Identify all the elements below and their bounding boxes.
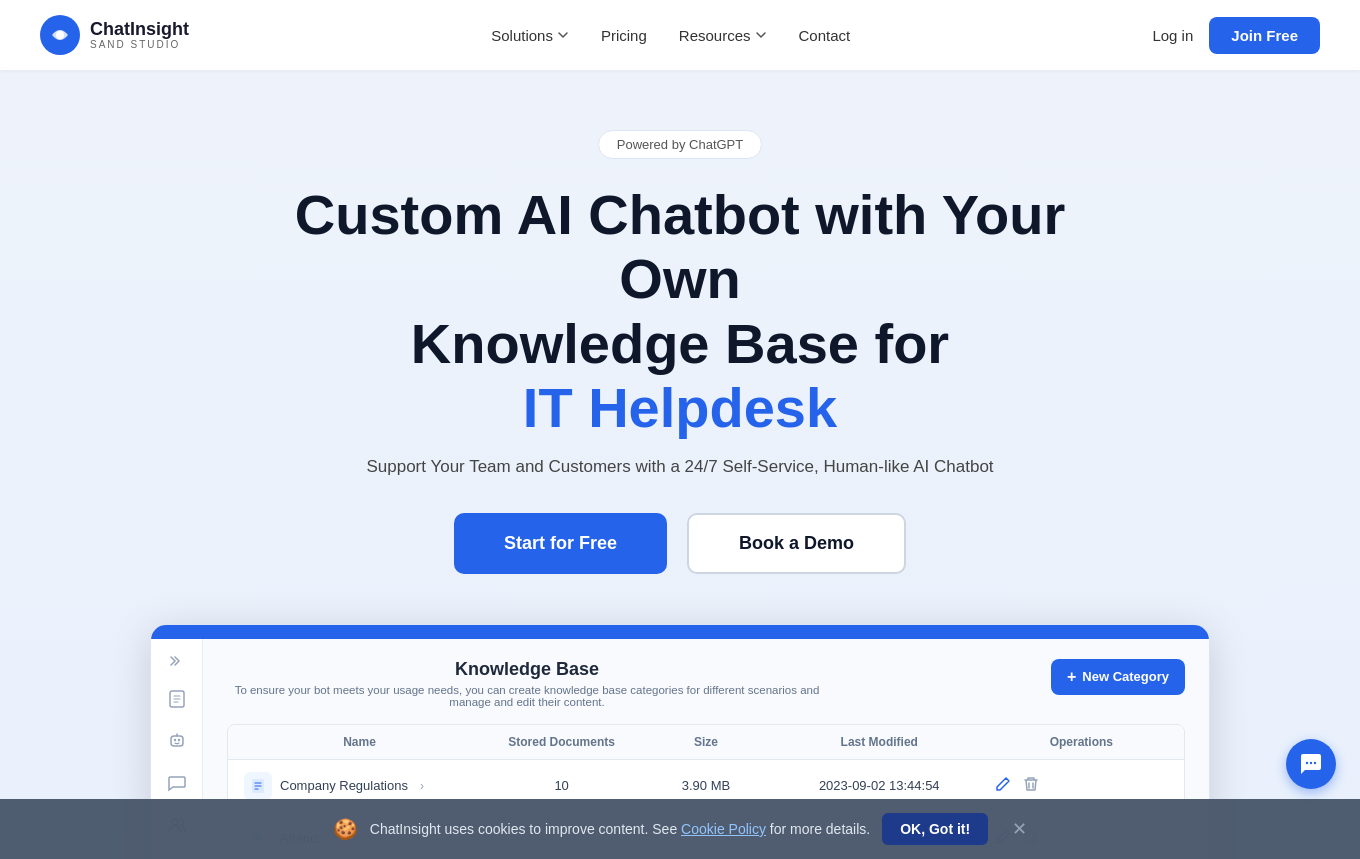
- svg-point-12: [1310, 762, 1312, 764]
- cookie-text: ChatInsight uses cookies to improve cont…: [370, 821, 870, 837]
- col-size: Size: [648, 735, 764, 749]
- logo[interactable]: ChatInsight Sand Studio: [40, 15, 189, 55]
- new-category-button[interactable]: + New Category: [1051, 659, 1185, 695]
- logo-sub: Sand Studio: [90, 39, 189, 50]
- row-size: 3.90 MB: [648, 778, 764, 793]
- hero-title: Custom AI Chatbot with Your Own Knowledg…: [250, 183, 1110, 441]
- row-docs-count: 10: [475, 778, 648, 793]
- row-doc-icon: [244, 772, 272, 800]
- hero-section: Powered by ChatGPT Custom AI Chatbot wit…: [0, 70, 1360, 859]
- cookie-banner: 🍪 ChatInsight uses cookies to improve co…: [0, 799, 1360, 859]
- sidebar-bot-icon[interactable]: [165, 729, 189, 753]
- cookie-policy-link[interactable]: Cookie Policy: [681, 821, 766, 837]
- hero-subtitle: Support Your Team and Customers with a 2…: [330, 457, 1030, 477]
- sidebar-expand-icon[interactable]: [169, 653, 185, 669]
- edit-icon[interactable]: [995, 776, 1011, 795]
- powered-badge: Powered by ChatGPT: [598, 130, 762, 159]
- hero-highlight: IT Helpdesk: [523, 376, 837, 439]
- sidebar-docs-icon[interactable]: [165, 687, 189, 711]
- delete-icon[interactable]: [1023, 776, 1039, 795]
- sidebar-chat-icon[interactable]: [165, 771, 189, 795]
- svg-point-11: [1306, 762, 1308, 764]
- svg-point-5: [177, 738, 179, 740]
- kb-title: Knowledge Base: [227, 659, 827, 680]
- nav-pricing[interactable]: Pricing: [601, 27, 647, 44]
- nav-contact[interactable]: Contact: [799, 27, 851, 44]
- hero-buttons: Start for Free Book a Demo: [20, 513, 1340, 574]
- nav-actions: Log in Join Free: [1152, 17, 1320, 54]
- join-free-button[interactable]: Join Free: [1209, 17, 1320, 54]
- nav-resources[interactable]: Resources: [679, 27, 767, 44]
- cookie-close-icon[interactable]: ✕: [1012, 818, 1027, 840]
- svg-point-13: [1314, 762, 1316, 764]
- col-stored-docs: Stored Documents: [475, 735, 648, 749]
- chevron-down-icon: [557, 29, 569, 41]
- row-name-cell: Company Regulations ›: [244, 772, 475, 800]
- app-top-bar: [151, 625, 1209, 639]
- row-operations: [995, 776, 1168, 795]
- col-name: Name: [244, 735, 475, 749]
- plus-icon: +: [1067, 668, 1076, 686]
- kb-desc: To ensure your bot meets your usage need…: [227, 684, 827, 708]
- chevron-down-icon: [755, 29, 767, 41]
- nav-solutions[interactable]: Solutions: [491, 27, 569, 44]
- svg-point-1: [56, 31, 64, 39]
- nav-links: Solutions Pricing Resources Contact: [491, 27, 850, 44]
- row-modified: 2023-09-02 13:44:54: [764, 778, 995, 793]
- table-header: Name Stored Documents Size Last Modified…: [228, 725, 1184, 760]
- row-chevron-icon: ›: [420, 779, 424, 793]
- login-button[interactable]: Log in: [1152, 27, 1193, 44]
- kb-header: Knowledge Base To ensure your bot meets …: [227, 659, 1185, 708]
- col-operations: Operations: [995, 735, 1168, 749]
- svg-point-4: [173, 738, 175, 740]
- logo-name: ChatInsight: [90, 20, 189, 40]
- chat-bubble-button[interactable]: [1286, 739, 1336, 789]
- book-demo-button[interactable]: Book a Demo: [687, 513, 906, 574]
- cookie-emoji: 🍪: [333, 817, 358, 841]
- svg-rect-3: [171, 736, 183, 746]
- navbar: ChatInsight Sand Studio Solutions Pricin…: [0, 0, 1360, 70]
- cookie-ok-button[interactable]: OK, Got it!: [882, 813, 988, 845]
- col-last-modified: Last Modified: [764, 735, 995, 749]
- start-free-button[interactable]: Start for Free: [454, 513, 667, 574]
